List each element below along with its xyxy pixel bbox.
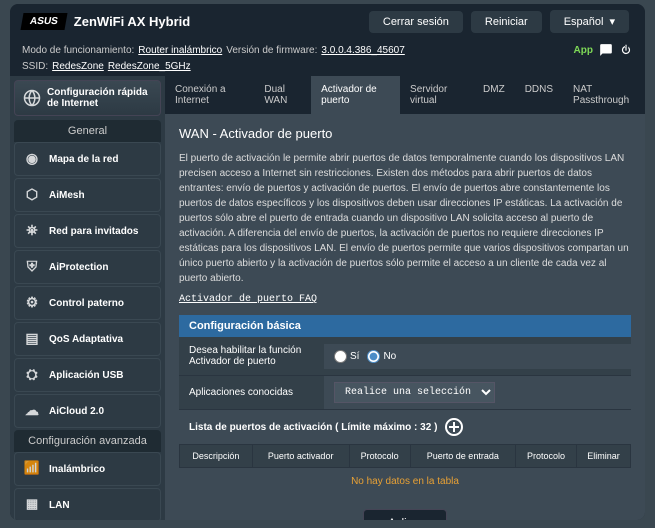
col-header: Protocolo (515, 445, 576, 468)
tab-dmz[interactable]: DMZ (473, 76, 515, 114)
nav-label: QoS Adaptativa (49, 334, 123, 345)
tab-servidor-virtual[interactable]: Servidor virtual (400, 76, 473, 114)
nav-icon: ⬡ (23, 186, 41, 204)
page-title: WAN - Activador de puerto (179, 126, 631, 141)
nav-icon: 📶 (23, 460, 41, 478)
tab-dual-wan[interactable]: Dual WAN (254, 76, 311, 114)
add-button[interactable] (445, 418, 463, 436)
sidebar-item-aicloud-2.0[interactable]: ☁ AiCloud 2.0 (14, 394, 161, 428)
enable-label: Desea habilitar la función Activador de … (179, 337, 324, 375)
nav-label: AiProtection (49, 262, 108, 273)
nav-label: Red para invitados (49, 226, 138, 237)
nav-icon: ⛨ (23, 258, 41, 276)
nav-label: LAN (49, 500, 70, 511)
nav-icon: ☁ (23, 402, 41, 420)
nav-icon: ⛭ (23, 366, 41, 384)
ssid-label: SSID: (22, 61, 48, 72)
fw-link[interactable]: 3.0.0.4.386_45607 (321, 45, 404, 56)
radio-no[interactable]: No (367, 350, 396, 363)
wan-tabs: Conexión a InternetDual WANActivador de … (165, 76, 645, 114)
chevron-down-icon: ▾ (609, 15, 615, 28)
trigger-list-header: Lista de puertos de activación ( Límite … (189, 422, 437, 433)
feedback-icon[interactable] (599, 43, 613, 57)
ssid2-link[interactable]: RedesZone_5GHz (108, 61, 191, 72)
tab-activador-de-puerto[interactable]: Activador de puerto (311, 76, 400, 114)
sidebar-item-aiprotection[interactable]: ⛨ AiProtection (14, 250, 161, 284)
sidebar-item-mapa-de-la-red[interactable]: ◉ Mapa de la red (14, 142, 161, 176)
radio-yes[interactable]: Sí (334, 350, 359, 363)
tab-nat-passthrough[interactable]: NAT Passthrough (563, 76, 645, 114)
quick-setup-label: Configuración rápida de Internet (47, 87, 152, 109)
product-name: ZenWiFi AX Hybrid (74, 14, 190, 29)
col-header: Protocolo (349, 445, 410, 468)
sidebar: Configuración rápida de Internet General… (10, 76, 165, 520)
sidebar-item-aplicación-usb[interactable]: ⛭ Aplicación USB (14, 358, 161, 392)
apply-button[interactable]: Aplicar (363, 509, 447, 520)
sidebar-item-qos-adaptativa[interactable]: ▤ QoS Adaptativa (14, 322, 161, 356)
page-description: El puerto de activación le permite abrir… (179, 151, 631, 286)
app-badge[interactable]: App (574, 45, 593, 56)
no-data-row: No hay datos en la tabla (180, 468, 631, 496)
faq-link[interactable]: Activador de puerto FAQ (179, 294, 317, 305)
nav-label: AiMesh (49, 190, 85, 201)
quick-setup-button[interactable]: Configuración rápida de Internet (14, 80, 161, 116)
basic-config-header: Configuración básica (179, 315, 631, 337)
sidebar-item-control-paterno[interactable]: ⚙ Control paterno (14, 286, 161, 320)
nav-icon: ▤ (23, 330, 41, 348)
nav-icon: ◉ (23, 150, 41, 168)
sidebar-item-lan[interactable]: ▦ LAN (14, 488, 161, 520)
nav-icon: ▦ (23, 496, 41, 514)
col-header: Puerto de entrada (410, 445, 515, 468)
header: ASUS ZenWiFi AX Hybrid Cerrar sesión Rei… (10, 4, 645, 39)
ssid1-link[interactable]: RedesZone (52, 61, 104, 72)
tab-conexión-a-internet[interactable]: Conexión a Internet (165, 76, 254, 114)
trigger-table: DescripciónPuerto activadorProtocoloPuer… (179, 444, 631, 495)
nav-label: Inalámbrico (49, 464, 105, 475)
nav-label: AiCloud 2.0 (49, 406, 104, 417)
sidebar-item-red-para-invitados[interactable]: ⛯ Red para invitados (14, 214, 161, 248)
language-label: Español (564, 16, 604, 28)
general-header: General (14, 120, 161, 142)
known-apps-select[interactable]: Realice una selección (334, 382, 495, 403)
mode-link[interactable]: Router inalámbrico (138, 45, 222, 56)
fw-label: Versión de firmware: (226, 45, 317, 56)
brand-logo: ASUS (21, 13, 68, 30)
main-panel: Conexión a InternetDual WANActivador de … (165, 76, 645, 520)
language-select[interactable]: Español ▾ (550, 10, 629, 33)
power-icon[interactable] (619, 43, 633, 57)
nav-icon: ⚙ (23, 294, 41, 312)
advanced-header: Configuración avanzada (14, 430, 161, 452)
globe-icon (23, 89, 41, 107)
col-header: Descripción (180, 445, 253, 468)
nav-label: Control paterno (49, 298, 124, 309)
mode-label: Modo de funcionamiento: (22, 45, 134, 56)
sidebar-item-aimesh[interactable]: ⬡ AiMesh (14, 178, 161, 212)
tab-ddns[interactable]: DDNS (515, 76, 563, 114)
plus-icon (449, 422, 459, 432)
logout-button[interactable]: Cerrar sesión (369, 11, 463, 33)
known-apps-label: Aplicaciones conocidas (179, 379, 324, 406)
nav-label: Aplicación USB (49, 370, 123, 381)
nav-icon: ⛯ (23, 222, 41, 240)
info-bar: Modo de funcionamiento: Router inalámbri… (10, 39, 645, 76)
nav-label: Mapa de la red (49, 154, 118, 165)
reboot-button[interactable]: Reiniciar (471, 11, 542, 33)
col-header: Puerto activador (252, 445, 349, 468)
col-header: Eliminar (577, 445, 631, 468)
sidebar-item-inalámbrico[interactable]: 📶 Inalámbrico (14, 452, 161, 486)
